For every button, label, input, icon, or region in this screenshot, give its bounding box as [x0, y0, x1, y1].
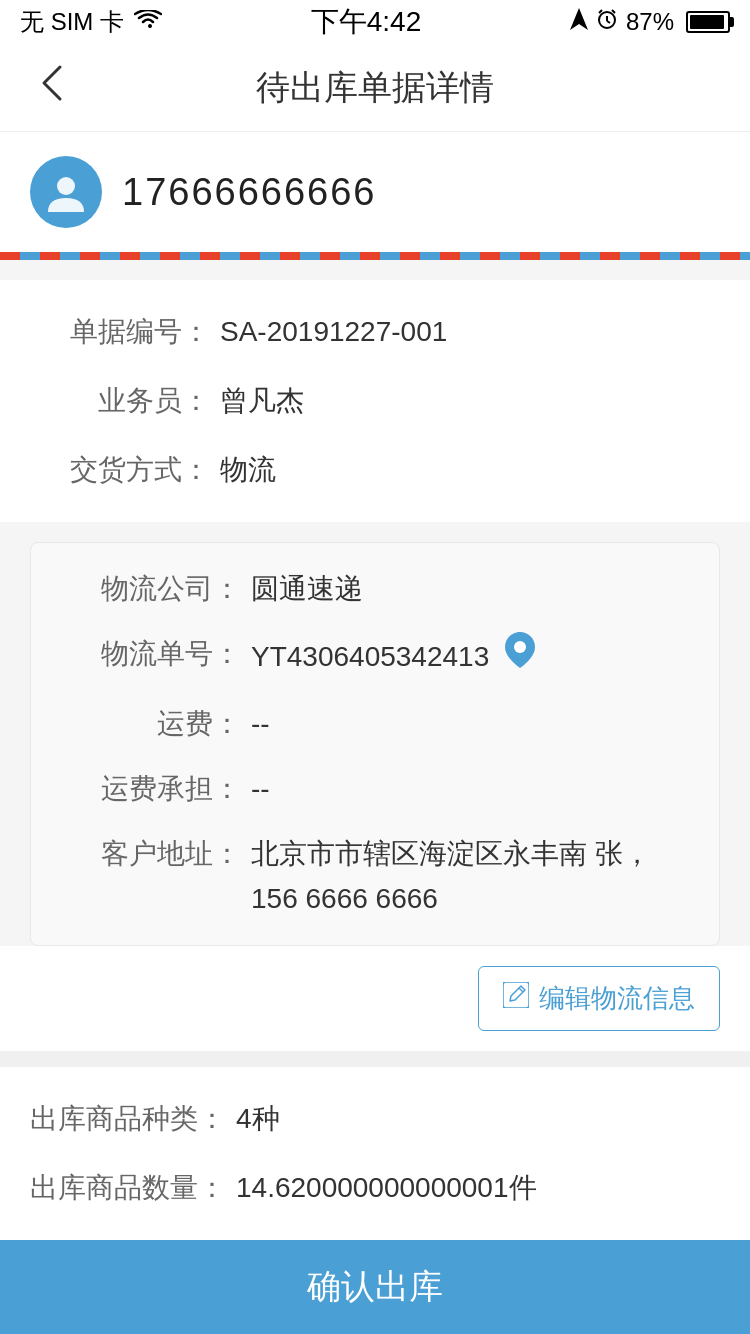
edit-logistics-button[interactable]: 编辑物流信息	[478, 966, 720, 1031]
address-label: 客户地址：	[61, 832, 241, 877]
address-value: 北京市市辖区海淀区永丰南 张，156 6666 6666	[241, 832, 689, 922]
edit-icon	[503, 982, 529, 1015]
freight-value: --	[241, 702, 689, 747]
order-info-section: 单据编号： SA-20191227-001 业务员： 曾凡杰 交货方式： 物流	[0, 280, 750, 522]
svg-marker-0	[570, 8, 588, 30]
tracking-no-value: YT4306405342413	[241, 632, 689, 682]
delivery-method-row: 交货方式： 物流	[30, 448, 720, 493]
page-title: 待出库单据详情	[256, 65, 494, 111]
delivery-method-label: 交货方式：	[30, 448, 210, 493]
freight-bear-label: 运费承担：	[61, 767, 241, 812]
bottom-btn-container: 确认出库	[0, 1240, 750, 1334]
product-quantity-value: 14.620000000000001件	[226, 1166, 720, 1211]
svg-line-5	[612, 10, 615, 13]
address-row: 客户地址： 北京市市辖区海淀区永丰南 张，156 6666 6666	[61, 832, 689, 922]
battery-percentage: 87%	[626, 8, 674, 36]
sales-person-label: 业务员：	[30, 379, 210, 424]
logistics-company-row: 物流公司： 圆通速递	[61, 567, 689, 612]
tracking-no-row: 物流单号： YT4306405342413	[61, 632, 689, 682]
logistics-company-label: 物流公司：	[61, 567, 241, 612]
svg-line-4	[599, 10, 602, 13]
back-button[interactable]	[30, 53, 74, 122]
logistics-company-value: 圆通速递	[241, 567, 689, 612]
location-status-icon	[570, 8, 588, 36]
section-divider	[0, 1051, 750, 1067]
freight-bear-value: --	[241, 767, 689, 812]
status-time: 下午4:42	[311, 3, 422, 41]
product-type-label: 出库商品种类：	[30, 1097, 226, 1142]
edit-logistics-label: 编辑物流信息	[539, 981, 695, 1016]
dashed-separator	[0, 252, 750, 260]
product-quantity-row: 出库商品数量： 14.620000000000001件	[30, 1166, 720, 1211]
user-header: 17666666666	[0, 132, 750, 252]
svg-point-6	[57, 177, 75, 195]
product-quantity-label: 出库商品数量：	[30, 1166, 226, 1211]
freight-label: 运费：	[61, 702, 241, 747]
order-no-label: 单据编号：	[30, 310, 210, 355]
svg-line-9	[519, 988, 523, 992]
status-left: 无 SIM 卡	[20, 6, 162, 38]
product-info-section: 出库商品种类： 4种 出库商品数量： 14.620000000000001件	[0, 1067, 750, 1241]
svg-line-3	[607, 21, 610, 23]
delivery-method-value: 物流	[210, 448, 720, 493]
freight-row: 运费： --	[61, 702, 689, 747]
svg-rect-8	[503, 982, 529, 1008]
order-no-row: 单据编号： SA-20191227-001	[30, 310, 720, 355]
alarm-icon	[596, 8, 618, 36]
carrier-text: 无 SIM 卡	[20, 6, 124, 38]
product-type-value: 4种	[226, 1097, 720, 1142]
order-no-value: SA-20191227-001	[210, 310, 720, 355]
tracking-location-icon[interactable]	[505, 632, 535, 682]
status-bar: 无 SIM 卡 下午4:42	[0, 0, 750, 44]
confirm-outbound-button[interactable]: 确认出库	[0, 1264, 750, 1310]
svg-point-7	[514, 641, 526, 653]
tracking-no-label: 物流单号：	[61, 632, 241, 677]
product-type-row: 出库商品种类： 4种	[30, 1097, 720, 1142]
sales-person-row: 业务员： 曾凡杰	[30, 379, 720, 424]
wifi-icon	[134, 8, 162, 36]
freight-bear-row: 运费承担： --	[61, 767, 689, 812]
user-phone: 17666666666	[122, 171, 376, 214]
edit-btn-row: 编辑物流信息	[0, 946, 750, 1051]
nav-bar: 待出库单据详情	[0, 44, 750, 132]
logistics-card: 物流公司： 圆通速递 物流单号： YT4306405342413 运费： -- …	[30, 542, 720, 946]
status-right: 87%	[570, 8, 730, 36]
sales-person-value: 曾凡杰	[210, 379, 720, 424]
page-wrapper: 无 SIM 卡 下午4:42	[0, 0, 750, 1334]
avatar	[30, 156, 102, 228]
battery-icon	[686, 11, 730, 33]
